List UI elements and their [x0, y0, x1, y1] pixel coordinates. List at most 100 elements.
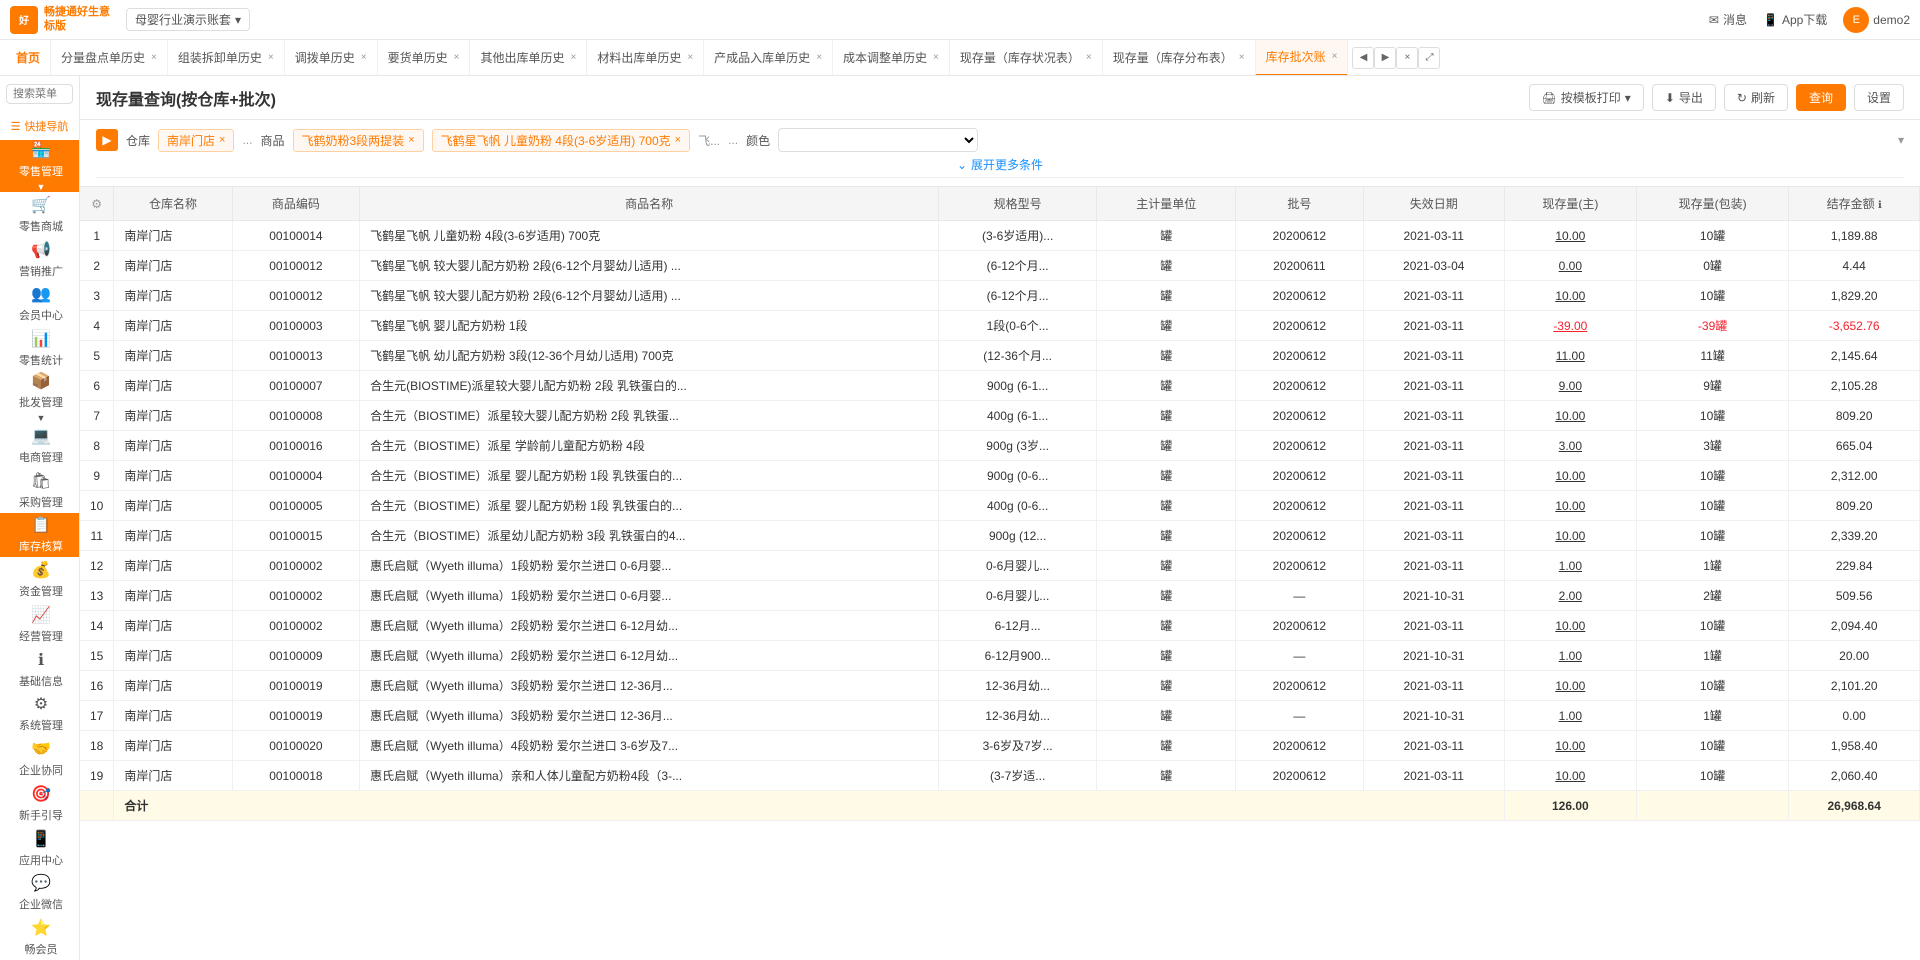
- table-row: 17南岸门店00100019惠氏启赋（Wyeth illuma）3段奶粉 爱尔兰…: [80, 701, 1920, 731]
- tab-1[interactable]: 分量盘点单历史 ×: [51, 40, 168, 76]
- chevron-down-icon: ▾: [235, 13, 241, 27]
- goods-tag-2-close[interactable]: ×: [675, 134, 681, 146]
- tab-home[interactable]: 首页: [6, 40, 51, 76]
- tab-8[interactable]: 成本调整单历史 ×: [833, 40, 950, 76]
- col-qty-main: 现存量(主): [1504, 187, 1636, 221]
- export-button[interactable]: ⬇ 导出: [1652, 84, 1716, 111]
- tab-close-icon[interactable]: ×: [151, 52, 157, 63]
- print-button[interactable]: 🖨 按模板打印 ▾: [1529, 84, 1644, 111]
- sidebar-item-business[interactable]: 📈 经营管理: [0, 602, 79, 647]
- table-row: 1南岸门店00100014飞鹤星飞帆 儿童奶粉 4段(3-6岁适用) 700克(…: [80, 221, 1920, 251]
- tab-close-icon[interactable]: ×: [1086, 52, 1092, 63]
- sidebar-item-member[interactable]: 👥 会员中心: [0, 282, 79, 327]
- tab-close-icon[interactable]: ×: [361, 52, 367, 63]
- tab-maximize-button[interactable]: ⤢: [1418, 47, 1440, 69]
- tab-4[interactable]: 要货单历史 ×: [378, 40, 471, 76]
- col-code: 商品编码: [232, 187, 360, 221]
- table-row: 4南岸门店00100003飞鹤星飞帆 婴儿配方奶粉 1段1段(0-6个...罐2…: [80, 311, 1920, 341]
- print-icon: 🖨: [1542, 91, 1557, 105]
- sidebar-item-vip[interactable]: ⭐ 畅会员: [0, 915, 79, 960]
- table-row: 7南岸门店00100008合生元（BIOSTIME）派星较大婴儿配方奶粉 2段 …: [80, 401, 1920, 431]
- main-layout: ☰ 快捷导航 🏪 零售管理 ▼ 🛒 零售商城 📢 营销推广 👥 会员中心 📊 零…: [0, 76, 1920, 960]
- tab-6[interactable]: 材料出库单历史 ×: [587, 40, 704, 76]
- stats-icon: 📊: [31, 329, 51, 349]
- tab-9[interactable]: 现存量（库存状况表） ×: [950, 40, 1103, 76]
- col-name: 商品名称: [360, 187, 939, 221]
- table-row: 11南岸门店00100015合生元（BIOSTIME）派星幼儿配方奶粉 3段 乳…: [80, 521, 1920, 551]
- sidebar-item-retail-mgmt[interactable]: 🏪 零售管理 ▼: [0, 140, 79, 192]
- tab-close-icon[interactable]: ×: [1239, 52, 1245, 63]
- tab-3[interactable]: 调拨单历史 ×: [285, 40, 378, 76]
- enterprise-selector[interactable]: 母婴行业演示账套 ▾: [126, 8, 250, 31]
- tab-close-icon[interactable]: ×: [570, 52, 576, 63]
- goods-more-ellipsis[interactable]: ...: [728, 133, 738, 147]
- sidebar-item-ecommerce[interactable]: 💻 电商管理: [0, 423, 79, 468]
- goods-ellipsis[interactable]: 飞...: [698, 132, 720, 149]
- logo-area: 好 畅捷通好生意 标版: [10, 6, 110, 34]
- app-download-button[interactable]: 📱 App下载: [1763, 11, 1827, 28]
- business-icon: 📈: [31, 605, 51, 625]
- tab-7[interactable]: 产成品入库单历史 ×: [704, 40, 833, 76]
- total-qty-main: 126.00: [1504, 791, 1636, 821]
- warehouse-tag-close[interactable]: ×: [219, 134, 225, 146]
- nav-icon: ☰: [11, 120, 21, 133]
- gear-icon[interactable]: ⚙: [91, 197, 102, 211]
- goods-filter-tag-1: 飞鹤奶粉3段两提装 ×: [293, 129, 424, 152]
- tab-bar: 首页 分量盘点单历史 × 组装拆卸单历史 × 调拨单历史 × 要货单历史 × 其…: [0, 40, 1920, 76]
- query-button[interactable]: 查询: [1796, 84, 1846, 111]
- table-row: 13南岸门店00100002惠氏启赋（Wyeth illuma）1段奶粉 爱尔兰…: [80, 581, 1920, 611]
- top-bar: 好 畅捷通好生意 标版 母婴行业演示账套 ▾ ✉ 消息 📱 App下载 E de…: [0, 0, 1920, 40]
- table-row: 12南岸门店00100002惠氏启赋（Wyeth illuma）1段奶粉 爱尔兰…: [80, 551, 1920, 581]
- color-label: 颜色: [746, 132, 770, 149]
- search-input[interactable]: [6, 84, 73, 104]
- sidebar-item-marketing[interactable]: 📢 营销推广: [0, 237, 79, 282]
- retail-shop-icon: 🛒: [31, 195, 51, 215]
- sidebar-item-purchase[interactable]: 🛍 采购管理: [0, 468, 79, 513]
- sidebar-item-collab[interactable]: 🤝 企业协同: [0, 736, 79, 781]
- tab-5[interactable]: 其他出库单历史 ×: [470, 40, 587, 76]
- settings-button[interactable]: 设置: [1854, 84, 1904, 111]
- filter-expand-arrow[interactable]: ▶: [96, 129, 118, 151]
- tab-close-all-button[interactable]: ×: [1396, 47, 1418, 69]
- sidebar-item-apps[interactable]: 📱 应用中心: [0, 826, 79, 871]
- col-warehouse: 仓库名称: [114, 187, 232, 221]
- color-select-area: [778, 128, 1890, 152]
- chevron-icon: ▼: [37, 413, 46, 423]
- tab-2[interactable]: 组装拆卸单历史 ×: [168, 40, 285, 76]
- messages-button[interactable]: ✉ 消息: [1709, 11, 1747, 28]
- sidebar-item-finance[interactable]: 💰 资金管理: [0, 557, 79, 602]
- sidebar-item-basic-info[interactable]: ℹ 基础信息: [0, 647, 79, 692]
- sidebar-item-system[interactable]: ⚙ 系统管理: [0, 692, 79, 737]
- tab-prev-button[interactable]: ◀: [1352, 47, 1374, 69]
- refresh-button[interactable]: ↻ 刷新: [1724, 84, 1788, 111]
- tab-close-icon[interactable]: ×: [933, 52, 939, 63]
- table-row: 3南岸门店00100012飞鹤星飞帆 较大婴儿配方奶粉 2段(6-12个月婴幼儿…: [80, 281, 1920, 311]
- sidebar-item-retail-stats[interactable]: 📊 零售统计: [0, 326, 79, 371]
- tab-11[interactable]: 库存批次账 ×: [1256, 40, 1349, 76]
- table-row: 14南岸门店00100002惠氏启赋（Wyeth illuma）2段奶粉 爱尔兰…: [80, 611, 1920, 641]
- sidebar-item-inventory[interactable]: 📋 库存核算: [0, 513, 79, 558]
- vip-icon: ⭐: [31, 918, 51, 938]
- sidebar-item-retail-shop[interactable]: 🛒 零售商城: [0, 192, 79, 237]
- table-row: 15南岸门店00100009惠氏启赋（Wyeth illuma）2段奶粉 爱尔兰…: [80, 641, 1920, 671]
- sidebar-item-guide[interactable]: 🎯 新手引导: [0, 781, 79, 826]
- color-select[interactable]: [778, 128, 978, 152]
- tab-close-icon[interactable]: ×: [454, 52, 460, 63]
- warehouse-ellipsis[interactable]: ...: [242, 133, 252, 147]
- table-container: ⚙ 仓库名称 商品编码 商品名称 规格型号 主计量单位 批号 失效日期 现存量(…: [80, 187, 1920, 960]
- tab-close-icon[interactable]: ×: [268, 52, 274, 63]
- marketing-icon: 📢: [31, 240, 51, 260]
- tab-10[interactable]: 现存量（库存分布表） ×: [1103, 40, 1256, 76]
- sidebar-item-wholesale[interactable]: 📦 批发管理 ▼: [0, 371, 79, 423]
- goods-tag-1-close[interactable]: ×: [408, 134, 414, 146]
- user-menu[interactable]: E demo2: [1843, 7, 1910, 33]
- tab-close-icon[interactable]: ×: [816, 52, 822, 63]
- tab-close-icon[interactable]: ×: [1332, 51, 1338, 62]
- tab-next-button[interactable]: ▶: [1374, 47, 1396, 69]
- sidebar-item-wechat[interactable]: 💬 企业微信: [0, 871, 79, 916]
- expand-more-button[interactable]: ⌄ 展开更多条件: [957, 156, 1043, 173]
- table-row: 5南岸门店00100013飞鹤星飞帆 幼儿配方奶粉 3段(12-36个月幼儿适用…: [80, 341, 1920, 371]
- quick-nav-label[interactable]: ☰ 快捷导航: [0, 112, 79, 140]
- goods-label: 商品: [260, 132, 284, 149]
- tab-close-icon[interactable]: ×: [687, 52, 693, 63]
